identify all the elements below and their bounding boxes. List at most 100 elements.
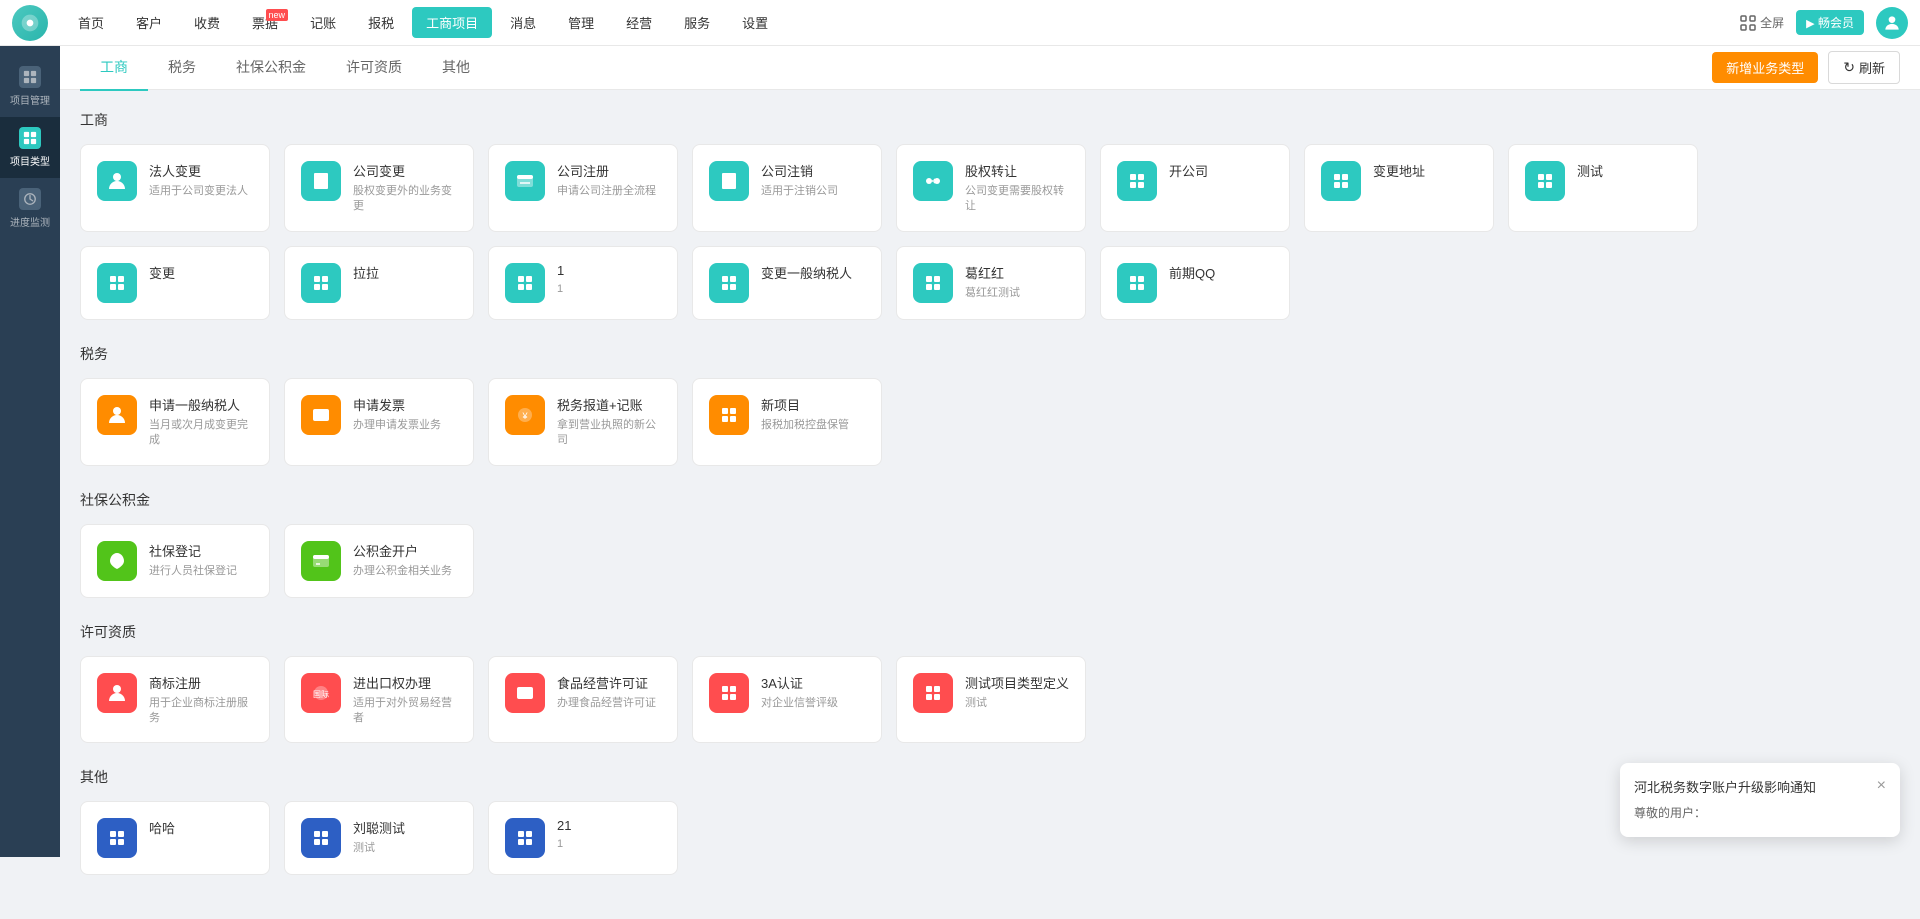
card-ot-desc-2: 1 [557,837,661,852]
card-xk-name-1: 进出口权办理 [353,673,457,692]
card-desc-12: 葛红红测试 [965,286,1069,301]
tab-actions: 新增业务类型 ↻ 刷新 [1712,51,1900,84]
nav-manage[interactable]: 管理 [554,7,608,38]
card-sb-icon-1 [301,541,341,581]
nav-bookkeeping[interactable]: 记账 [296,7,350,38]
svg-text:¥: ¥ [521,411,528,421]
section-gongshang-title: 工商 [80,110,1900,130]
card-gongsi-biangeng[interactable]: 公司变更 股权变更外的业务变更 [284,144,474,232]
card-icon-4 [913,161,953,201]
card-sw-icon-0 [97,395,137,435]
app-logo[interactable] [12,5,48,41]
nav-fee[interactable]: 收费 [180,7,234,38]
card-jinchuku[interactable]: 国际 进出口权办理 适用于对外贸易经营者 [284,656,474,744]
card-liucong-ceshi[interactable]: 刘聪测试 测试 [284,801,474,875]
nav-customer[interactable]: 客户 [122,7,176,38]
card-gehonghong[interactable]: 葛红红 葛红红测试 [896,246,1086,320]
card-xk-desc-4: 测试 [965,696,1069,711]
card-sw-desc-1: 办理申请发票业务 [353,418,457,433]
card-shebao-dengji[interactable]: 社保登记 进行人员社保登记 [80,524,270,598]
notification-close-button[interactable]: × [1877,777,1886,795]
card-xk-icon-4 [913,673,953,713]
card-sb-name-1: 公积金开户 [353,541,457,560]
card-sb-desc-0: 进行人员社保登记 [149,564,253,579]
xuke-cards-grid: 商标注册 用于企业商标注册服务 国际 进出口权办理 适用于对外贸易经营者 [80,656,1900,744]
card-sb-desc-1: 办理公积金相关业务 [353,564,457,579]
notification-content: 尊敬的用户： [1634,804,1886,823]
card-name-6: 变更地址 [1373,161,1477,180]
card-lala[interactable]: 拉拉 [284,246,474,320]
card-icon-7 [1525,161,1565,201]
card-ot-name-2: 21 [557,818,661,833]
nav-service[interactable]: 服务 [670,7,724,38]
card-faziren-biangeng[interactable]: 法人变更 适用于公司变更法人 [80,144,270,232]
nav-tax[interactable]: 报税 [354,7,408,38]
tab-shuiwu[interactable]: 税务 [148,45,216,91]
card-haha[interactable]: 哈哈 [80,801,270,875]
card-ot-name-1: 刘聪测试 [353,818,457,837]
card-xk-name-0: 商标注册 [149,673,253,692]
card-icon-0 [97,161,137,201]
user-avatar[interactable] [1876,7,1908,39]
card-ceshi[interactable]: 测试 [1508,144,1698,232]
new-type-button[interactable]: 新增业务类型 [1712,52,1818,83]
card-sw-icon-1 [301,395,341,435]
card-desc-4: 公司变更需要股权转让 [965,184,1069,215]
card-shuiwu-baodao[interactable]: ¥ 税务报道+记账 拿到营业执照的新公司 [488,378,678,466]
card-desc-0: 适用于公司变更法人 [149,184,253,199]
refresh-button[interactable]: ↻ 刷新 [1828,51,1900,84]
section-shebao-title: 社保公积金 [80,490,1900,510]
card-sw-desc-0: 当月或次月成变更完成 [149,418,253,449]
card-biangeng-dizhi[interactable]: 变更地址 [1304,144,1494,232]
fullscreen-btn[interactable]: 全屏 [1740,14,1784,31]
card-qianqi-qq[interactable]: 前期QQ [1100,246,1290,320]
nav-operation[interactable]: 经营 [612,7,666,38]
tab-shebao[interactable]: 社保公积金 [216,45,326,91]
card-name-2: 公司注册 [557,161,661,180]
card-name-13: 前期QQ [1169,263,1273,282]
card-xin-xiangmu[interactable]: 新项目 报税加税控盘保管 [692,378,882,466]
nav-message[interactable]: 消息 [496,7,550,38]
card-sb-name-0: 社保登记 [149,541,253,560]
member-button[interactable]: ▶ 畅会员 [1796,10,1864,35]
notification-popup: 河北税务数字账户升级影响通知 × 尊敬的用户： [1620,763,1900,837]
card-ceshi-leixing[interactable]: 测试项目类型定义 测试 [896,656,1086,744]
card-name-7: 测试 [1577,161,1681,180]
card-gongsi-zhuxiao[interactable]: 公司注销 适用于注销公司 [692,144,882,232]
card-ot-name-0: 哈哈 [149,818,253,837]
card-icon-3 [709,161,749,201]
sidebar-item-progress-monitor[interactable]: 进度监测 [0,178,60,239]
card-21[interactable]: 21 1 [488,801,678,875]
card-sw-icon-2: ¥ [505,395,545,435]
card-shuiren-shenqing[interactable]: 申请一般纳税人 当月或次月成变更完成 [80,378,270,466]
card-kai-gongsi[interactable]: 开公司 [1100,144,1290,232]
tab-other[interactable]: 其他 [422,45,490,91]
card-guquan-zhuanrang[interactable]: 股权转让 公司变更需要股权转让 [896,144,1086,232]
card-gongsi-zhuce[interactable]: 公司注册 申请公司注册全流程 [488,144,678,232]
card-1[interactable]: 1 1 [488,246,678,320]
section-xuke-title: 许可资质 [80,622,1900,642]
card-shangbiao[interactable]: 商标注册 用于企业商标注册服务 [80,656,270,744]
card-icon-8 [97,263,137,303]
card-ot-icon-2 [505,818,545,858]
nav-settings[interactable]: 设置 [728,7,782,38]
card-shipin-xuke[interactable]: 食品经营许可证 办理食品经营许可证 [488,656,678,744]
card-3a-renzheng[interactable]: 3A认证 对企业信誉评级 [692,656,882,744]
nav-ticket[interactable]: 票据 new [238,7,292,38]
card-sw-name-1: 申请发票 [353,395,457,414]
new-badge: new [266,9,289,21]
nav-home[interactable]: 首页 [64,7,118,38]
card-biangeng2[interactable]: 变更 [80,246,270,320]
card-gongjijin-kaihu[interactable]: 公积金开户 办理公积金相关业务 [284,524,474,598]
sidebar-item-project-management[interactable]: 项目管理 [0,56,60,117]
card-biangeng-shuiren[interactable]: 变更一般纳税人 [692,246,882,320]
shebao-cards-grid: 社保登记 进行人员社保登记 公积金开户 办理公积金相关业务 [80,524,1900,598]
nav-business[interactable]: 工商项目 [412,7,492,38]
section-shuiwu: 税务 申请一般纳税人 当月或次月成变更完成 申请发 [80,344,1900,466]
card-icon-9 [301,263,341,303]
tab-xuke[interactable]: 许可资质 [326,45,422,91]
card-sw-icon-3 [709,395,749,435]
sidebar-item-project-types[interactable]: 项目类型 [0,117,60,178]
card-fapiao-shenqing[interactable]: 申请发票 办理申请发票业务 [284,378,474,466]
tab-gongshang[interactable]: 工商 [80,45,148,91]
